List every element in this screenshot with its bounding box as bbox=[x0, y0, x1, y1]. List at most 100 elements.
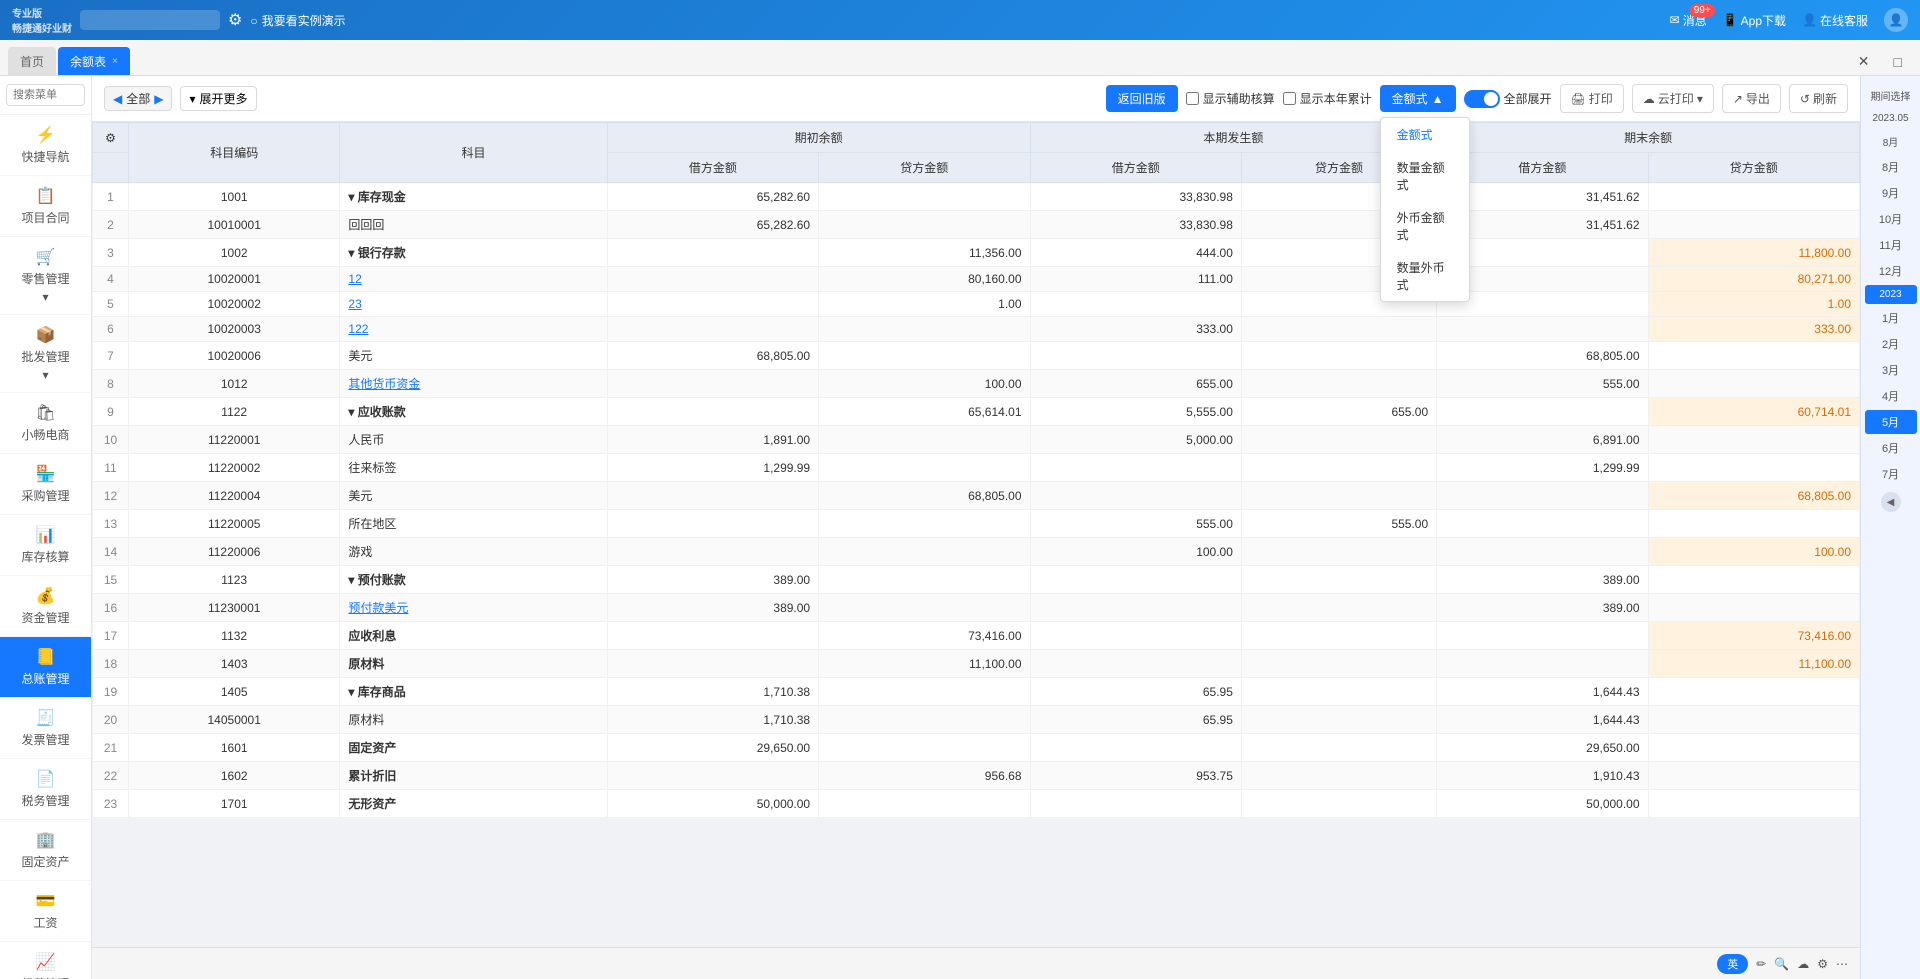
language-status[interactable]: 英 bbox=[1717, 954, 1748, 974]
filter-arrow-right[interactable]: ▶ bbox=[154, 92, 163, 106]
row-close-credit bbox=[1648, 790, 1859, 818]
tab-balance[interactable]: 余额表 × bbox=[58, 47, 130, 75]
panel-collapse-button[interactable]: ◀ bbox=[1881, 492, 1901, 512]
retail-icon: 🛒 bbox=[36, 247, 56, 267]
period-2023-05-top[interactable]: 2023.05 bbox=[1865, 109, 1917, 128]
export-button[interactable]: ↗ 导出 bbox=[1722, 84, 1781, 113]
sidebar-item-funds[interactable]: 💰 资金管理 bbox=[0, 576, 91, 637]
funds-icon: 💰 bbox=[36, 586, 56, 606]
settings-icon[interactable]: ⚙ bbox=[228, 10, 242, 30]
window-close-button[interactable]: ✕ bbox=[1848, 48, 1880, 75]
bottom-icon-4[interactable]: ⚙ bbox=[1817, 957, 1828, 971]
show-ytd-checkbox[interactable]: 显示本年累计 bbox=[1283, 90, 1372, 107]
period-oct[interactable]: 10月 bbox=[1865, 207, 1917, 231]
expand-all-switch[interactable] bbox=[1464, 90, 1500, 108]
row-number: 7 bbox=[93, 342, 129, 370]
sidebar-item-inventory[interactable]: 📊 库存核算 bbox=[0, 515, 91, 576]
bottom-icon-3[interactable]: ☁ bbox=[1797, 957, 1809, 971]
row-subject: ▾ 库存商品 bbox=[340, 678, 607, 706]
row-open-credit: 73,416.00 bbox=[819, 622, 1030, 650]
row-close-debit bbox=[1437, 317, 1648, 342]
dropdown-item-qty-amount[interactable]: 数量金额式 bbox=[1381, 151, 1469, 201]
table-row: 91122▾ 应收账款65,614.015,555.00655.0060,714… bbox=[93, 398, 1860, 426]
table-wrapper: ⚙ 科目编码 科目 期初余额 本期发生额 期末余额 借方金额 贷方金额 借方金额… bbox=[92, 122, 1860, 947]
sidebar-item-assets[interactable]: 🏢 固定资产 bbox=[0, 820, 91, 881]
return-old-version-button[interactable]: 返回旧版 bbox=[1106, 85, 1178, 112]
row-open-credit: 80,160.00 bbox=[819, 267, 1030, 292]
bottom-icon-1[interactable]: ✏ bbox=[1756, 957, 1766, 971]
tab-close-button[interactable]: × bbox=[112, 56, 118, 67]
sidebar-item-purchase[interactable]: 🏪 采购管理 bbox=[0, 454, 91, 515]
row-period-credit bbox=[1241, 426, 1436, 454]
sidebar: ⚡ 快捷导航 📋 项目合同 🛒 零售管理 ▾ 📦 批发管理 ▾ 🛍 小畅电商 🏪… bbox=[0, 76, 92, 979]
row-open-credit bbox=[819, 510, 1030, 538]
expand-more-button[interactable]: ▾ 展开更多 bbox=[180, 86, 256, 111]
sidebar-item-project[interactable]: 📋 项目合同 bbox=[0, 176, 91, 237]
period-may[interactable]: 5月 bbox=[1865, 410, 1917, 434]
sidebar-item-ledger[interactable]: 📒 总账管理 bbox=[0, 637, 91, 698]
row-subject[interactable]: 23 bbox=[340, 292, 607, 317]
display-mode-button[interactable]: 金额式 ▲ bbox=[1380, 85, 1456, 112]
period-mar[interactable]: 3月 bbox=[1865, 358, 1917, 382]
sidebar-item-retail[interactable]: 🛒 零售管理 ▾ bbox=[0, 237, 91, 315]
period-dec[interactable]: 12月 bbox=[1865, 259, 1917, 283]
row-close-debit: 6,891.00 bbox=[1437, 426, 1648, 454]
row-subject[interactable]: 预付款美元 bbox=[340, 594, 607, 622]
row-subject[interactable]: 12 bbox=[340, 267, 607, 292]
period-jul[interactable]: 7月 bbox=[1865, 462, 1917, 486]
top-bar: 专业版 畅捷通好业财 ⚙ ○我要看实例演示 ✉ 消息 99+ 📱 App下载 👤… bbox=[0, 0, 1920, 40]
sidebar-item-wholesale[interactable]: 📦 批发管理 ▾ bbox=[0, 315, 91, 393]
period-2023-05-2[interactable]: 8月 bbox=[1865, 130, 1917, 153]
app-logo: 专业版 畅捷通好业财 bbox=[12, 5, 72, 35]
show-auxiliary-checkbox[interactable]: 显示辅助核算 bbox=[1186, 90, 1275, 107]
filter-arrow-left[interactable]: ◀ bbox=[113, 92, 122, 106]
online-service-button[interactable]: 👤 在线客服 bbox=[1802, 12, 1868, 29]
window-maximize-button[interactable]: □ bbox=[1884, 48, 1912, 75]
col-settings[interactable]: ⚙ bbox=[93, 123, 129, 153]
row-number: 11 bbox=[93, 454, 129, 482]
refresh-button[interactable]: ↺ 刷新 bbox=[1789, 84, 1848, 113]
row-open-credit: 68,805.00 bbox=[819, 482, 1030, 510]
sidebar-item-quicknav[interactable]: ⚡ 快捷导航 bbox=[0, 115, 91, 176]
row-code: 11220002 bbox=[129, 454, 340, 482]
top-search-input[interactable] bbox=[80, 10, 220, 30]
row-period-credit bbox=[1241, 342, 1436, 370]
row-period-credit bbox=[1241, 790, 1436, 818]
print-button[interactable]: 🖨 打印 bbox=[1560, 84, 1624, 113]
auxiliary-checkbox-input[interactable] bbox=[1186, 92, 1199, 105]
row-subject[interactable]: 122 bbox=[340, 317, 607, 342]
sidebar-item-payroll[interactable]: 💳 工资 bbox=[0, 881, 91, 942]
row-subject: 原材料 bbox=[340, 706, 607, 734]
row-close-debit bbox=[1437, 622, 1648, 650]
period-jan[interactable]: 1月 bbox=[1865, 306, 1917, 330]
sidebar-item-operations[interactable]: 📈 经营管理 bbox=[0, 942, 91, 979]
period-sep[interactable]: 9月 bbox=[1865, 181, 1917, 205]
row-open-debit bbox=[607, 239, 818, 267]
message-button[interactable]: ✉ 消息 99+ bbox=[1670, 12, 1707, 29]
tab-home[interactable]: 首页 bbox=[8, 47, 56, 75]
bottom-icon-5[interactable]: ⋯ bbox=[1836, 957, 1848, 971]
period-aug[interactable]: 8月 bbox=[1865, 155, 1917, 179]
dropdown-item-qty-foreign[interactable]: 数量外币式 bbox=[1381, 251, 1469, 301]
sidebar-item-invoice[interactable]: 🧾 发票管理 bbox=[0, 698, 91, 759]
col-open-credit: 贷方金额 bbox=[819, 153, 1030, 183]
period-feb[interactable]: 2月 bbox=[1865, 332, 1917, 356]
row-code: 1601 bbox=[129, 734, 340, 762]
row-subject[interactable]: 其他货币资金 bbox=[340, 370, 607, 398]
period-apr[interactable]: 4月 bbox=[1865, 384, 1917, 408]
dropdown-item-amount[interactable]: 金额式 bbox=[1381, 118, 1469, 151]
user-avatar[interactable]: 👤 bbox=[1884, 8, 1908, 32]
row-period-debit: 33,830.98 bbox=[1030, 211, 1241, 239]
demo-link[interactable]: ○我要看实例演示 bbox=[250, 12, 345, 29]
cloud-print-button[interactable]: ☁ 云打印 ▾ bbox=[1632, 84, 1714, 113]
sidebar-item-tax[interactable]: 📄 税务管理 bbox=[0, 759, 91, 820]
sidebar-item-ecommerce[interactable]: 🛍 小畅电商 bbox=[0, 393, 91, 454]
ytd-checkbox-input[interactable] bbox=[1283, 92, 1296, 105]
dropdown-item-foreign-amount[interactable]: 外币金额式 bbox=[1381, 201, 1469, 251]
period-nov[interactable]: 11月 bbox=[1865, 233, 1917, 257]
bottom-icon-2[interactable]: 🔍 bbox=[1774, 957, 1789, 971]
row-close-debit: 389.00 bbox=[1437, 594, 1648, 622]
app-download-button[interactable]: 📱 App下载 bbox=[1723, 12, 1786, 29]
period-jun[interactable]: 6月 bbox=[1865, 436, 1917, 460]
sidebar-search-input[interactable] bbox=[6, 84, 85, 106]
